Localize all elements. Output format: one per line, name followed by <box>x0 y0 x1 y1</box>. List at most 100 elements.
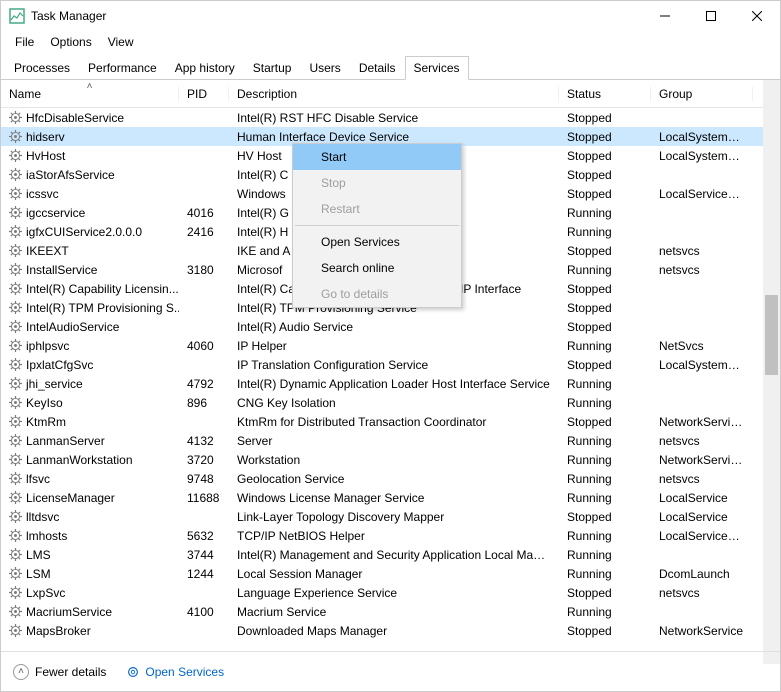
service-row[interactable]: IpxlatCfgSvcIP Translation Configuration… <box>1 355 780 374</box>
service-row[interactable]: KeyIso896CNG Key IsolationRunning <box>1 393 780 412</box>
service-pid: 4100 <box>179 605 229 619</box>
ctx-open-services[interactable]: Open Services <box>293 229 461 255</box>
service-row[interactable]: LanmanServer4132ServerRunningnetsvcs <box>1 431 780 450</box>
column-group[interactable]: Group <box>651 87 753 101</box>
service-desc: Intel(R) Management and Security Applica… <box>229 548 559 562</box>
minimize-button[interactable] <box>642 1 688 31</box>
fewer-details-button[interactable]: ˄ Fewer details <box>13 664 106 680</box>
tab-performance[interactable]: Performance <box>79 56 166 80</box>
service-icon <box>9 339 22 352</box>
service-icon <box>9 111 22 124</box>
service-row[interactable]: LMS 3744Intel(R) Management and Security … <box>1 545 780 564</box>
service-name: icssvc <box>26 187 59 201</box>
service-row[interactable]: iphlpsvc4060IP HelperRunningNetSvcs <box>1 336 780 355</box>
menu-bar: File Options View <box>1 31 780 53</box>
service-icon <box>9 149 22 162</box>
service-name: iaStorAfsService <box>26 168 115 182</box>
service-group: NetworkServic... <box>651 453 753 467</box>
service-name: LanmanWorkstation <box>26 453 133 467</box>
ctx-stop: Stop <box>293 170 461 196</box>
service-row[interactable]: LxpSvcLanguage Experience ServiceStopped… <box>1 583 780 602</box>
service-name: LMS <box>26 548 51 562</box>
service-desc: KtmRm for Distributed Transaction Coordi… <box>229 415 559 429</box>
service-pid: 3744 <box>179 548 229 562</box>
service-group: LocalSystemN... <box>651 358 753 372</box>
chevron-up-icon: ˄ <box>13 664 29 680</box>
tab-app-history[interactable]: App history <box>166 56 244 80</box>
ctx-search-online[interactable]: Search online <box>293 255 461 281</box>
service-row[interactable]: LanmanWorkstation3720WorkstationRunningN… <box>1 450 780 469</box>
service-group: NetSvcs <box>651 339 753 353</box>
ctx-start[interactable]: Start <box>293 144 461 170</box>
service-row[interactable]: jhi_service4792Intel(R) Dynamic Applicat… <box>1 374 780 393</box>
vertical-scrollbar[interactable] <box>763 80 780 664</box>
service-desc: IP Translation Configuration Service <box>229 358 559 372</box>
scrollbar-thumb[interactable] <box>765 295 778 375</box>
open-services-link[interactable]: Open Services <box>126 665 224 679</box>
service-group: NetworkService <box>651 624 753 638</box>
service-group: LocalService <box>651 491 753 505</box>
service-icon <box>9 206 22 219</box>
service-group: netsvcs <box>651 472 753 486</box>
service-name: LicenseManager <box>26 491 115 505</box>
service-row[interactable]: IntelAudioServiceIntel(R) Audio ServiceS… <box>1 317 780 336</box>
ctx-separator <box>295 225 459 226</box>
tab-startup[interactable]: Startup <box>244 56 301 80</box>
service-pid: 896 <box>179 396 229 410</box>
service-row[interactable]: LSM1244Local Session ManagerRunningDcomL… <box>1 564 780 583</box>
service-name: MapsBroker <box>26 624 91 638</box>
tab-users[interactable]: Users <box>300 56 349 80</box>
service-group: DcomLaunch <box>651 567 753 581</box>
service-status: Running <box>559 453 651 467</box>
service-desc: Macrium Service <box>229 605 559 619</box>
column-name[interactable]: Name <box>1 87 179 101</box>
menu-file[interactable]: File <box>7 32 42 52</box>
service-pid: 1244 <box>179 567 229 581</box>
footer-bar: ˄ Fewer details Open Services <box>1 651 780 691</box>
service-desc: IP Helper <box>229 339 559 353</box>
service-status: Running <box>559 548 651 562</box>
service-status: Running <box>559 472 651 486</box>
service-name: lltdsvc <box>26 510 59 524</box>
service-row[interactable]: MacriumService4100Macrium ServiceRunning <box>1 602 780 621</box>
service-row[interactable]: MapsBrokerDownloaded Maps ManagerStopped… <box>1 621 780 640</box>
service-row[interactable]: lmhosts5632TCP/IP NetBIOS HelperRunningL… <box>1 526 780 545</box>
close-button[interactable] <box>734 1 780 31</box>
service-name: KtmRm <box>26 415 66 429</box>
service-pid: 4060 <box>179 339 229 353</box>
service-icon <box>9 244 22 257</box>
column-pid[interactable]: PID <box>179 87 229 101</box>
service-icon <box>9 586 22 599</box>
maximize-button[interactable] <box>688 1 734 31</box>
column-status[interactable]: Status <box>559 87 651 101</box>
service-name: lmhosts <box>26 529 67 543</box>
service-name: LSM <box>26 567 51 581</box>
service-row[interactable]: KtmRm KtmRm for Distributed Transaction C… <box>1 412 780 431</box>
service-row[interactable]: HfcDisableServiceIntel(R) RST HFC Disabl… <box>1 108 780 127</box>
menu-view[interactable]: View <box>100 32 142 52</box>
service-group: netsvcs <box>651 586 753 600</box>
tab-services[interactable]: Services <box>405 56 469 80</box>
gear-icon <box>126 665 140 679</box>
service-name: InstallService <box>26 263 97 277</box>
service-icon <box>9 263 22 276</box>
service-status: Stopped <box>559 187 651 201</box>
service-icon <box>9 434 22 447</box>
tab-details[interactable]: Details <box>350 56 405 80</box>
service-desc: Downloaded Maps Manager <box>229 624 559 638</box>
service-pid: 3720 <box>179 453 229 467</box>
service-group: LocalService <box>651 510 753 524</box>
service-icon <box>9 624 22 637</box>
service-name: Intel(R) Capability Licensin... <box>26 282 179 296</box>
column-description[interactable]: Description <box>229 87 559 101</box>
service-desc: Server <box>229 434 559 448</box>
menu-options[interactable]: Options <box>42 32 99 52</box>
service-row[interactable]: LicenseManager11688Windows License Manag… <box>1 488 780 507</box>
service-row[interactable]: lfsvc9748Geolocation ServiceRunningnetsv… <box>1 469 780 488</box>
tab-processes[interactable]: Processes <box>5 56 79 80</box>
service-status: Stopped <box>559 244 651 258</box>
service-row[interactable]: lltdsvcLink-Layer Topology Discovery Map… <box>1 507 780 526</box>
tab-bar: ProcessesPerformanceApp historyStartupUs… <box>1 55 780 80</box>
service-desc: Windows License Manager Service <box>229 491 559 505</box>
service-icon <box>9 130 22 143</box>
